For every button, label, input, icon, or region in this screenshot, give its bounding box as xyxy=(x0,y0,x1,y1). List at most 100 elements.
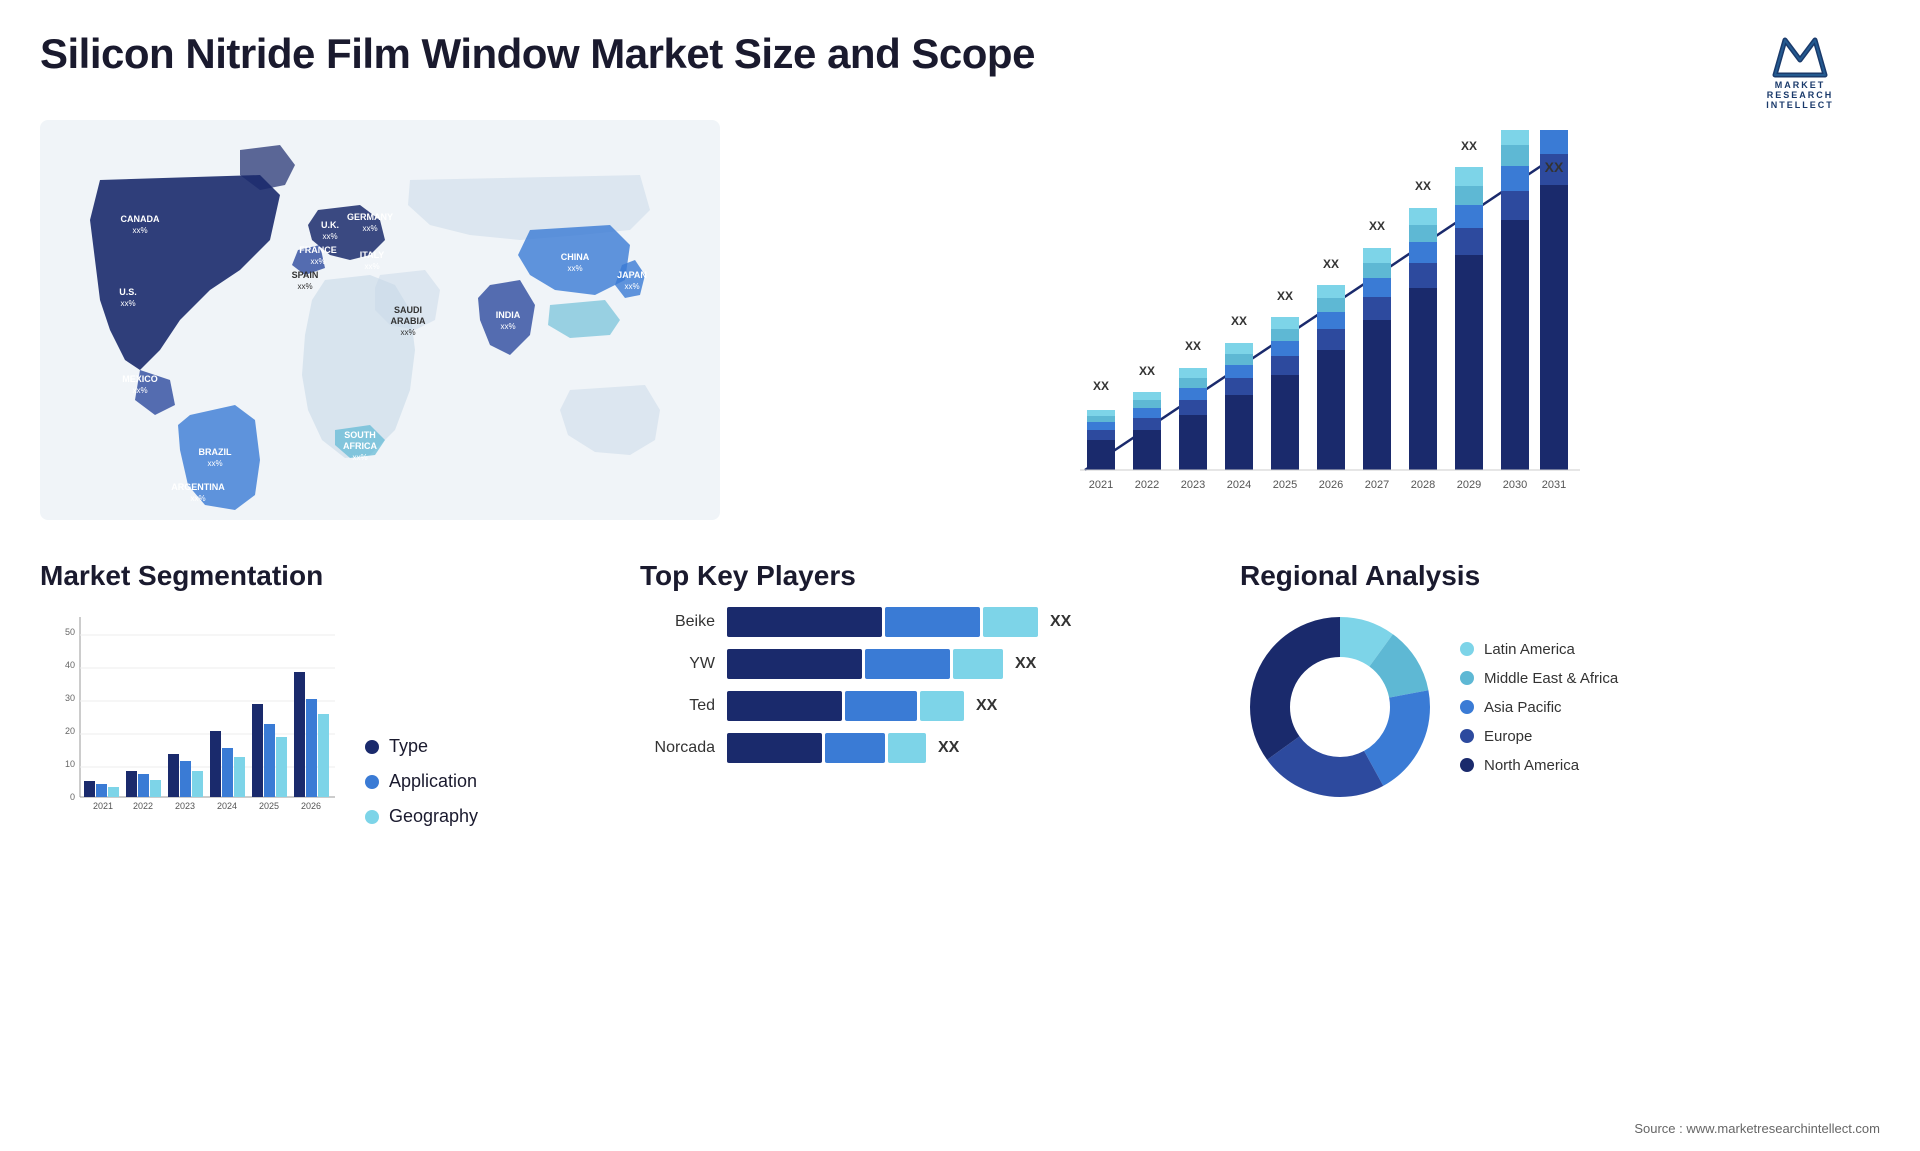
svg-text:MEXICO: MEXICO xyxy=(122,374,158,384)
player-bar-4a xyxy=(727,733,822,763)
svg-text:SPAIN: SPAIN xyxy=(292,270,319,280)
player-row-yw: YW XX xyxy=(640,649,1220,679)
svg-text:2022: 2022 xyxy=(133,801,153,811)
svg-text:GERMANY: GERMANY xyxy=(347,212,393,222)
svg-text:20: 20 xyxy=(65,726,75,736)
regional-label-europe: Europe xyxy=(1484,728,1532,745)
player-bar-2c xyxy=(953,649,1003,679)
player-name-norcada: Norcada xyxy=(640,739,715,757)
svg-text:2027: 2027 xyxy=(1365,479,1389,491)
svg-text:XX: XX xyxy=(1093,379,1109,393)
svg-text:XX: XX xyxy=(1277,289,1293,303)
svg-text:xx%: xx% xyxy=(364,262,379,271)
svg-text:40: 40 xyxy=(65,660,75,670)
svg-text:xx%: xx% xyxy=(362,224,377,233)
players-title: Top Key Players xyxy=(640,560,1220,592)
regional-legend-item-mea: Middle East & Africa xyxy=(1460,670,1618,687)
legend-label-type: Type xyxy=(389,736,428,757)
svg-text:INDIA: INDIA xyxy=(496,310,521,320)
logo-line2: RESEARCH xyxy=(1767,90,1834,100)
player-bar-3b xyxy=(845,691,917,721)
regional-label-na: North America xyxy=(1484,757,1579,774)
svg-text:0: 0 xyxy=(70,792,75,802)
segmentation-chart: 0 10 20 30 40 50 2 xyxy=(40,607,340,827)
regional-content: Latin America Middle East & Africa Asia … xyxy=(1240,607,1880,807)
legend-label-geography: Geography xyxy=(389,806,478,827)
svg-text:XX: XX xyxy=(1415,179,1431,193)
svg-text:XX: XX xyxy=(1185,339,1201,353)
regional-dot-mea xyxy=(1460,671,1474,685)
page-title: Silicon Nitride Film Window Market Size … xyxy=(40,30,1035,78)
svg-text:XX: XX xyxy=(1139,364,1155,378)
player-bar-4c xyxy=(888,733,926,763)
logo-line1: MARKET xyxy=(1775,80,1826,90)
svg-text:xx%: xx% xyxy=(322,232,337,241)
svg-text:xx%: xx% xyxy=(400,328,415,337)
segmentation-legend: Type Application Geography xyxy=(365,736,478,827)
player-bar-4b xyxy=(825,733,885,763)
svg-text:xx%: xx% xyxy=(190,494,205,503)
regional-title: Regional Analysis xyxy=(1240,560,1880,592)
svg-text:U.K.: U.K. xyxy=(321,220,339,230)
svg-text:xx%: xx% xyxy=(310,257,325,266)
svg-text:2024: 2024 xyxy=(217,801,237,811)
regional-dot-na xyxy=(1460,758,1474,772)
player-bar-3a xyxy=(727,691,842,721)
svg-text:2023: 2023 xyxy=(175,801,195,811)
player-xx-ted: XX xyxy=(976,697,997,715)
logo-icon xyxy=(1770,30,1830,80)
player-bar-1c xyxy=(983,607,1038,637)
player-xx-norcada: XX xyxy=(938,739,959,757)
player-row-norcada: Norcada XX xyxy=(640,733,1220,763)
svg-text:xx%: xx% xyxy=(207,459,222,468)
bar-chart-section: XX XX XX XX xyxy=(730,120,1880,540)
player-bar-1b xyxy=(885,607,980,637)
player-bars-norcada xyxy=(727,733,926,763)
legend-item-application: Application xyxy=(365,771,478,792)
svg-text:ARGENTINA: ARGENTINA xyxy=(171,482,225,492)
bottom-area: Market Segmentation 0 10 20 30 40 50 xyxy=(40,550,1880,1151)
regional-label-mea: Middle East & Africa xyxy=(1484,670,1618,687)
player-bar-3c xyxy=(920,691,964,721)
svg-text:SOUTH: SOUTH xyxy=(344,430,376,440)
svg-text:2028: 2028 xyxy=(1411,479,1435,491)
svg-text:xx%: xx% xyxy=(352,453,367,462)
map-section: CANADA xx% U.S. xx% MEXICO xx% BRAZIL xx… xyxy=(40,120,720,540)
regional-legend-item-latam: Latin America xyxy=(1460,641,1618,658)
segmentation-title: Market Segmentation xyxy=(40,560,620,592)
svg-text:2031: 2031 xyxy=(1542,479,1566,491)
svg-text:2026: 2026 xyxy=(301,801,321,811)
legend-dot-type xyxy=(365,740,379,754)
regional-label-latam: Latin America xyxy=(1484,641,1575,658)
segmentation-section: Market Segmentation 0 10 20 30 40 50 xyxy=(40,550,620,1151)
legend-dot-geography xyxy=(365,810,379,824)
svg-text:10: 10 xyxy=(65,759,75,769)
svg-text:ITALY: ITALY xyxy=(360,250,385,260)
players-section: Top Key Players Beike XX YW xyxy=(640,550,1220,1151)
regional-dot-latam xyxy=(1460,642,1474,656)
world-map-svg: CANADA xx% U.S. xx% MEXICO xx% BRAZIL xx… xyxy=(40,120,720,520)
svg-text:AFRICA: AFRICA xyxy=(343,441,377,451)
player-row-beike: Beike XX xyxy=(640,607,1220,637)
player-name-yw: YW xyxy=(640,655,715,673)
svg-text:2021: 2021 xyxy=(1089,479,1113,491)
page-header: Silicon Nitride Film Window Market Size … xyxy=(0,0,1920,120)
svg-text:xx%: xx% xyxy=(132,386,147,395)
player-bar-2b xyxy=(865,649,950,679)
logo-box: MARKET RESEARCH INTELLECT xyxy=(1720,30,1880,110)
regional-label-apac: Asia Pacific xyxy=(1484,699,1562,716)
regional-legend-item-na: North America xyxy=(1460,757,1618,774)
svg-text:BRAZIL: BRAZIL xyxy=(199,447,232,457)
svg-text:2026: 2026 xyxy=(1319,479,1343,491)
svg-text:FRANCE: FRANCE xyxy=(299,245,337,255)
svg-text:2025: 2025 xyxy=(259,801,279,811)
source-text: Source : www.marketresearchintellect.com xyxy=(1634,1121,1880,1136)
svg-text:50: 50 xyxy=(65,627,75,637)
svg-text:2029: 2029 xyxy=(1457,479,1481,491)
svg-text:xx%: xx% xyxy=(297,282,312,291)
player-name-ted: Ted xyxy=(640,697,715,715)
svg-text:xx%: xx% xyxy=(567,264,582,273)
svg-text:xx%: xx% xyxy=(624,282,639,291)
svg-text:XX: XX xyxy=(1369,219,1385,233)
player-bar-2a xyxy=(727,649,862,679)
